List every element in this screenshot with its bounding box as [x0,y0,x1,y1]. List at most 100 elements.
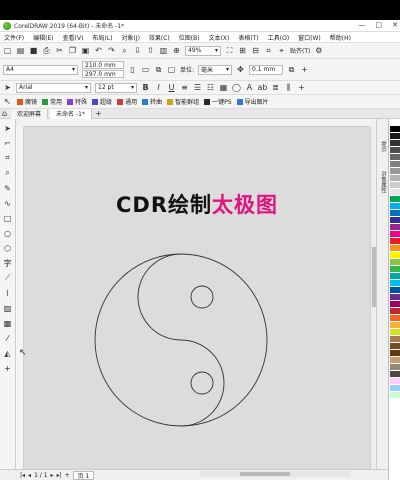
maximize-button[interactable]: □ [376,21,383,29]
add-page-icon[interactable]: + [65,472,70,479]
open-folder-icon[interactable]: ▤ [16,46,25,55]
text-tool-icon[interactable]: 字 [3,258,13,268]
zoom-level-combo[interactable]: 49% ▾ [185,45,221,56]
menu-view[interactable]: 查看(V) [63,33,84,42]
palette-swatch[interactable] [390,280,400,287]
tab-document[interactable]: 未命名 -1* [50,108,92,119]
full-screen-icon[interactable]: ⛶ [225,46,234,55]
yin-yang-upper-dot[interactable] [190,285,214,309]
palette-swatch[interactable] [390,217,400,224]
pick-tool-icon[interactable]: ➤ [3,123,13,133]
menu-file[interactable]: 文件(F) [4,33,24,42]
all-pages-icon[interactable]: ⧉ [154,65,163,74]
menu-effects[interactable]: 效果(C) [149,33,170,42]
add-tab-icon[interactable]: + [94,109,103,118]
redo-icon[interactable]: ↷ [107,46,116,55]
guidelines-icon[interactable]: ⌗ [264,46,273,55]
horizontal-scrollbar[interactable] [200,471,350,477]
plugin-convert-curves[interactable]: 转曲 [142,97,162,106]
palette-swatch[interactable] [390,133,400,140]
menu-bitmaps[interactable]: 位图(B) [179,33,200,42]
crop-tool-icon[interactable]: ⌗ [3,153,13,163]
plugin-special[interactable]: 特殊 [67,97,87,106]
prev-page-icon[interactable]: ◂ [28,472,31,479]
drop-shadow-icon[interactable]: ▨ [3,303,13,313]
transparency-icon[interactable]: ▩ [3,318,13,328]
palette-swatch[interactable] [390,203,400,210]
drawing-canvas[interactable]: CDR绘制太极图 [24,127,370,469]
underline-icon[interactable]: U [167,83,176,92]
first-page-icon[interactable]: |◂ [20,472,25,479]
drop-cap-icon[interactable]: ▦ [219,83,228,92]
palette-swatch[interactable] [390,238,400,245]
palette-swatch[interactable] [390,371,400,378]
palette-swatch[interactable] [390,322,400,329]
plugin-export-image[interactable]: 导出图片 [236,97,269,106]
align-icon[interactable]: ≡ [180,83,189,92]
bold-icon[interactable]: B [141,83,150,92]
cut-icon[interactable]: ✂ [55,46,64,55]
next-page-icon[interactable]: ▸ [51,472,54,479]
parallel-dimension-icon[interactable]: ⟋ [3,273,13,283]
palette-swatch[interactable] [390,189,400,196]
export-icon[interactable]: ⇧ [146,46,155,55]
plugin-magic-mirror[interactable]: 魔镜 [17,97,37,106]
docker-tab-object-properties[interactable]: 对象属性 [379,171,387,193]
palette-swatch[interactable] [390,119,400,126]
palette-swatch[interactable] [390,140,400,147]
import-icon[interactable]: ⇩ [133,46,142,55]
arrow-left-icon[interactable]: ↖ [3,97,12,106]
duplicate-distance-icon[interactable]: ⧉ [287,65,296,74]
palette-swatch[interactable] [390,168,400,175]
page-height-field[interactable]: 297.0 mm [82,70,124,78]
palette-swatch[interactable] [390,350,400,357]
font-family-combo[interactable]: Arial ▾ [16,82,91,93]
palette-swatch[interactable] [390,315,400,322]
add-icon[interactable]: + [300,65,309,74]
current-page-icon[interactable]: ▢ [167,65,176,74]
edit-text-icon[interactable]: ab [258,83,268,92]
palette-swatch[interactable] [390,161,400,168]
new-document-icon[interactable]: ▢ [3,46,12,55]
menu-layout[interactable]: 布局(L) [92,33,112,42]
pick-tool-icon[interactable]: ➤ [3,83,12,92]
palette-swatch[interactable] [390,385,400,392]
undo-icon[interactable]: ↶ [94,46,103,55]
palette-swatch[interactable] [390,364,400,371]
ellipse-icon[interactable]: ◯ [232,83,241,92]
shape-tool-icon[interactable]: ⌐ [3,138,13,148]
page-tab[interactable]: 页 1 [72,470,95,480]
home-icon[interactable]: ⌂ [0,109,9,118]
palette-swatch[interactable] [390,182,400,189]
snap-to-dropdown[interactable]: 贴齐(T) [290,46,310,55]
palette-swatch[interactable] [390,273,400,280]
horizontal-text-icon[interactable]: ≣ [271,83,280,92]
palette-swatch[interactable] [390,343,400,350]
zoom-tool-icon[interactable]: ⌕ [3,168,13,178]
plugin-super[interactable]: 超级 [92,97,112,106]
plugin-one-click-ps[interactable]: 一键PS [204,97,232,106]
units-combo[interactable]: 毫米 ▾ [198,64,233,75]
text-properties-icon[interactable]: Ａ [245,83,254,92]
polygon-tool-icon[interactable]: ⬡ [3,243,13,253]
add-icon[interactable]: + [297,83,306,92]
yin-yang-s-curve[interactable] [137,253,225,427]
minimize-button[interactable]: — [359,21,366,29]
palette-swatch[interactable] [390,308,400,315]
font-size-combo[interactable]: 12 pt ▾ [95,82,137,93]
fill-tool-icon[interactable]: ◭ [3,348,13,358]
palette-swatch[interactable] [390,329,400,336]
save-icon[interactable]: ■ [29,46,38,55]
plugin-general[interactable]: 通用 [117,97,137,106]
numbered-list-icon[interactable]: ☷ [206,83,215,92]
palette-swatch[interactable] [390,252,400,259]
palette-swatch[interactable] [390,147,400,154]
page-size-combo[interactable]: A4 ▾ [3,64,78,75]
vertical-text-icon[interactable]: ⫼ [284,83,293,92]
docker-tab-hints[interactable]: 提示 [379,141,387,152]
palette-swatch[interactable] [390,154,400,161]
yin-yang-lower-dot[interactable] [190,371,214,395]
palette-swatch[interactable] [390,301,400,308]
palette-swatch[interactable] [390,287,400,294]
paste-icon[interactable]: ▣ [81,46,90,55]
